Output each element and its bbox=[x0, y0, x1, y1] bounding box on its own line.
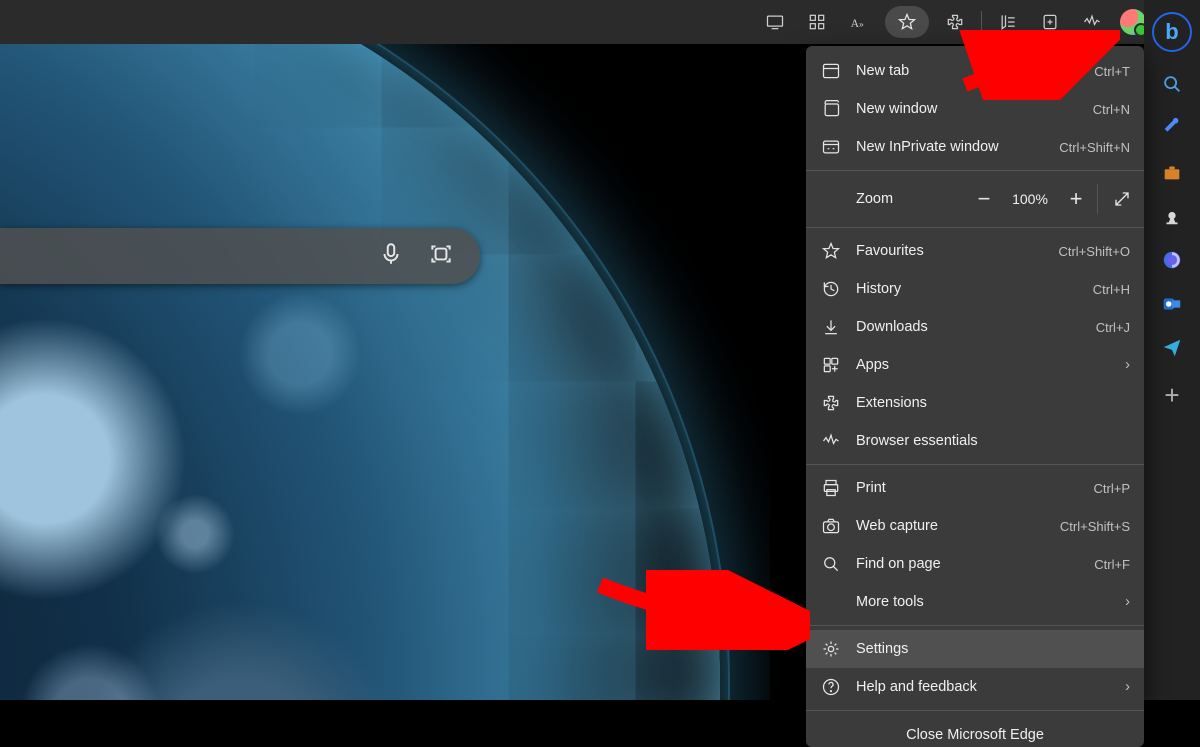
chevron-right-icon: › bbox=[1125, 679, 1130, 695]
search-bar[interactable] bbox=[0, 228, 480, 284]
menu-history[interactable]: History Ctrl+H bbox=[806, 270, 1144, 308]
menu-label: Browser essentials bbox=[856, 433, 1130, 449]
chevron-right-icon: › bbox=[1125, 594, 1130, 610]
read-aloud-icon[interactable] bbox=[839, 2, 879, 42]
menu-more-tools[interactable]: More tools › bbox=[806, 583, 1144, 621]
menu-label: History bbox=[856, 281, 1093, 297]
menu-label: Apps bbox=[856, 357, 1125, 373]
menu-shortcut: Ctrl+N bbox=[1093, 102, 1130, 117]
sidebar-outlook-icon[interactable] bbox=[1160, 292, 1184, 316]
menu-print[interactable]: Print Ctrl+P bbox=[806, 469, 1144, 507]
browser-toolbar bbox=[0, 0, 1200, 44]
menu-label: Extensions bbox=[856, 395, 1130, 411]
heartbeat-icon bbox=[820, 430, 842, 452]
sidebar-search-icon[interactable] bbox=[1160, 72, 1184, 96]
mic-icon[interactable] bbox=[378, 241, 404, 272]
menu-find-on-page[interactable]: Find on page Ctrl+F bbox=[806, 545, 1144, 583]
menu-shortcut: Ctrl+H bbox=[1093, 282, 1130, 297]
inprivate-icon bbox=[820, 136, 842, 158]
menu-label: New InPrivate window bbox=[856, 139, 1059, 155]
sidebar-send-icon[interactable] bbox=[1160, 336, 1184, 360]
menu-help-feedback[interactable]: Help and feedback › bbox=[806, 668, 1144, 706]
menu-label: Print bbox=[856, 480, 1094, 496]
menu-new-tab[interactable]: New tab Ctrl+T bbox=[806, 52, 1144, 90]
page-background bbox=[0, 44, 770, 700]
menu-new-window[interactable]: New window Ctrl+N bbox=[806, 90, 1144, 128]
browser-essentials-icon[interactable] bbox=[1072, 2, 1112, 42]
new-tab-icon bbox=[820, 60, 842, 82]
menu-shortcut: Ctrl+J bbox=[1096, 320, 1130, 335]
search-icon bbox=[820, 553, 842, 575]
extensions-icon[interactable] bbox=[935, 2, 975, 42]
puzzle-icon bbox=[820, 392, 842, 414]
menu-shortcut: Ctrl+Shift+O bbox=[1058, 244, 1130, 259]
sidebar-add-icon[interactable]: + bbox=[1164, 380, 1179, 411]
split-screen-icon[interactable] bbox=[797, 2, 837, 42]
menu-downloads[interactable]: Downloads Ctrl+J bbox=[806, 308, 1144, 346]
menu-extensions[interactable]: Extensions bbox=[806, 384, 1144, 422]
earth-image bbox=[0, 44, 720, 700]
menu-web-capture[interactable]: Web capture Ctrl+Shift+S bbox=[806, 507, 1144, 545]
camera-icon bbox=[820, 515, 842, 537]
help-icon bbox=[820, 676, 842, 698]
bing-chat-icon[interactable]: b bbox=[1152, 12, 1192, 52]
sidebar-games-icon[interactable] bbox=[1160, 204, 1184, 228]
menu-shortcut: Ctrl+Shift+N bbox=[1059, 140, 1130, 155]
menu-label: Find on page bbox=[856, 556, 1094, 572]
menu-separator bbox=[806, 710, 1144, 711]
menu-zoom-row: Zoom − 100% + bbox=[806, 175, 1144, 223]
menu-label: More tools bbox=[856, 594, 1125, 610]
zoom-in-button[interactable]: + bbox=[1057, 175, 1095, 223]
sidebar-m365-icon[interactable] bbox=[1160, 248, 1184, 272]
screen-cast-icon[interactable] bbox=[755, 2, 795, 42]
chevron-right-icon: › bbox=[1125, 357, 1130, 373]
zoom-separator bbox=[1097, 184, 1098, 214]
menu-separator bbox=[806, 464, 1144, 465]
menu-shortcut: Ctrl+Shift+S bbox=[1060, 519, 1130, 534]
menu-label: Favourites bbox=[856, 243, 1058, 259]
new-window-icon bbox=[820, 98, 842, 120]
menu-new-inprivate[interactable]: New InPrivate window Ctrl+Shift+N bbox=[806, 128, 1144, 166]
print-icon bbox=[820, 477, 842, 499]
menu-label: Help and feedback bbox=[856, 679, 1125, 695]
menu-close-edge[interactable]: Close Microsoft Edge bbox=[806, 715, 1144, 745]
settings-and-more-menu: New tab Ctrl+T New window Ctrl+N New InP… bbox=[806, 46, 1144, 747]
star-icon bbox=[820, 240, 842, 262]
favorite-star-icon[interactable] bbox=[885, 6, 929, 38]
zoom-value: 100% bbox=[1003, 191, 1057, 207]
sidebar-shopping-icon[interactable] bbox=[1160, 116, 1184, 140]
menu-label: Web capture bbox=[856, 518, 1060, 534]
menu-favourites[interactable]: Favourites Ctrl+Shift+O bbox=[806, 232, 1144, 270]
edge-sidebar: b + bbox=[1144, 0, 1200, 700]
menu-separator bbox=[806, 227, 1144, 228]
menu-shortcut: Ctrl+T bbox=[1094, 64, 1130, 79]
menu-label: New tab bbox=[856, 63, 1094, 79]
menu-separator bbox=[806, 170, 1144, 171]
history-icon bbox=[820, 278, 842, 300]
download-icon bbox=[820, 316, 842, 338]
menu-label: Settings bbox=[856, 641, 1130, 657]
menu-shortcut: Ctrl+P bbox=[1094, 481, 1130, 496]
toolbar-separator bbox=[981, 11, 982, 33]
menu-label: Downloads bbox=[856, 319, 1096, 335]
visual-search-icon[interactable] bbox=[428, 241, 454, 272]
collections-icon[interactable] bbox=[1030, 2, 1070, 42]
fullscreen-button[interactable] bbox=[1100, 175, 1144, 223]
sidebar-tools-icon[interactable] bbox=[1160, 160, 1184, 184]
blank-icon bbox=[820, 591, 842, 613]
menu-browser-essentials[interactable]: Browser essentials bbox=[806, 422, 1144, 460]
zoom-out-button[interactable]: − bbox=[965, 175, 1003, 223]
gear-icon bbox=[820, 638, 842, 660]
zoom-label: Zoom bbox=[856, 191, 965, 207]
menu-apps[interactable]: Apps › bbox=[806, 346, 1144, 384]
favorites-list-icon[interactable] bbox=[988, 2, 1028, 42]
menu-shortcut: Ctrl+F bbox=[1094, 557, 1130, 572]
menu-separator bbox=[806, 625, 1144, 626]
profile-avatar[interactable] bbox=[1120, 9, 1146, 35]
menu-label: New window bbox=[856, 101, 1093, 117]
menu-settings[interactable]: Settings bbox=[806, 630, 1144, 668]
apps-icon bbox=[820, 354, 842, 376]
